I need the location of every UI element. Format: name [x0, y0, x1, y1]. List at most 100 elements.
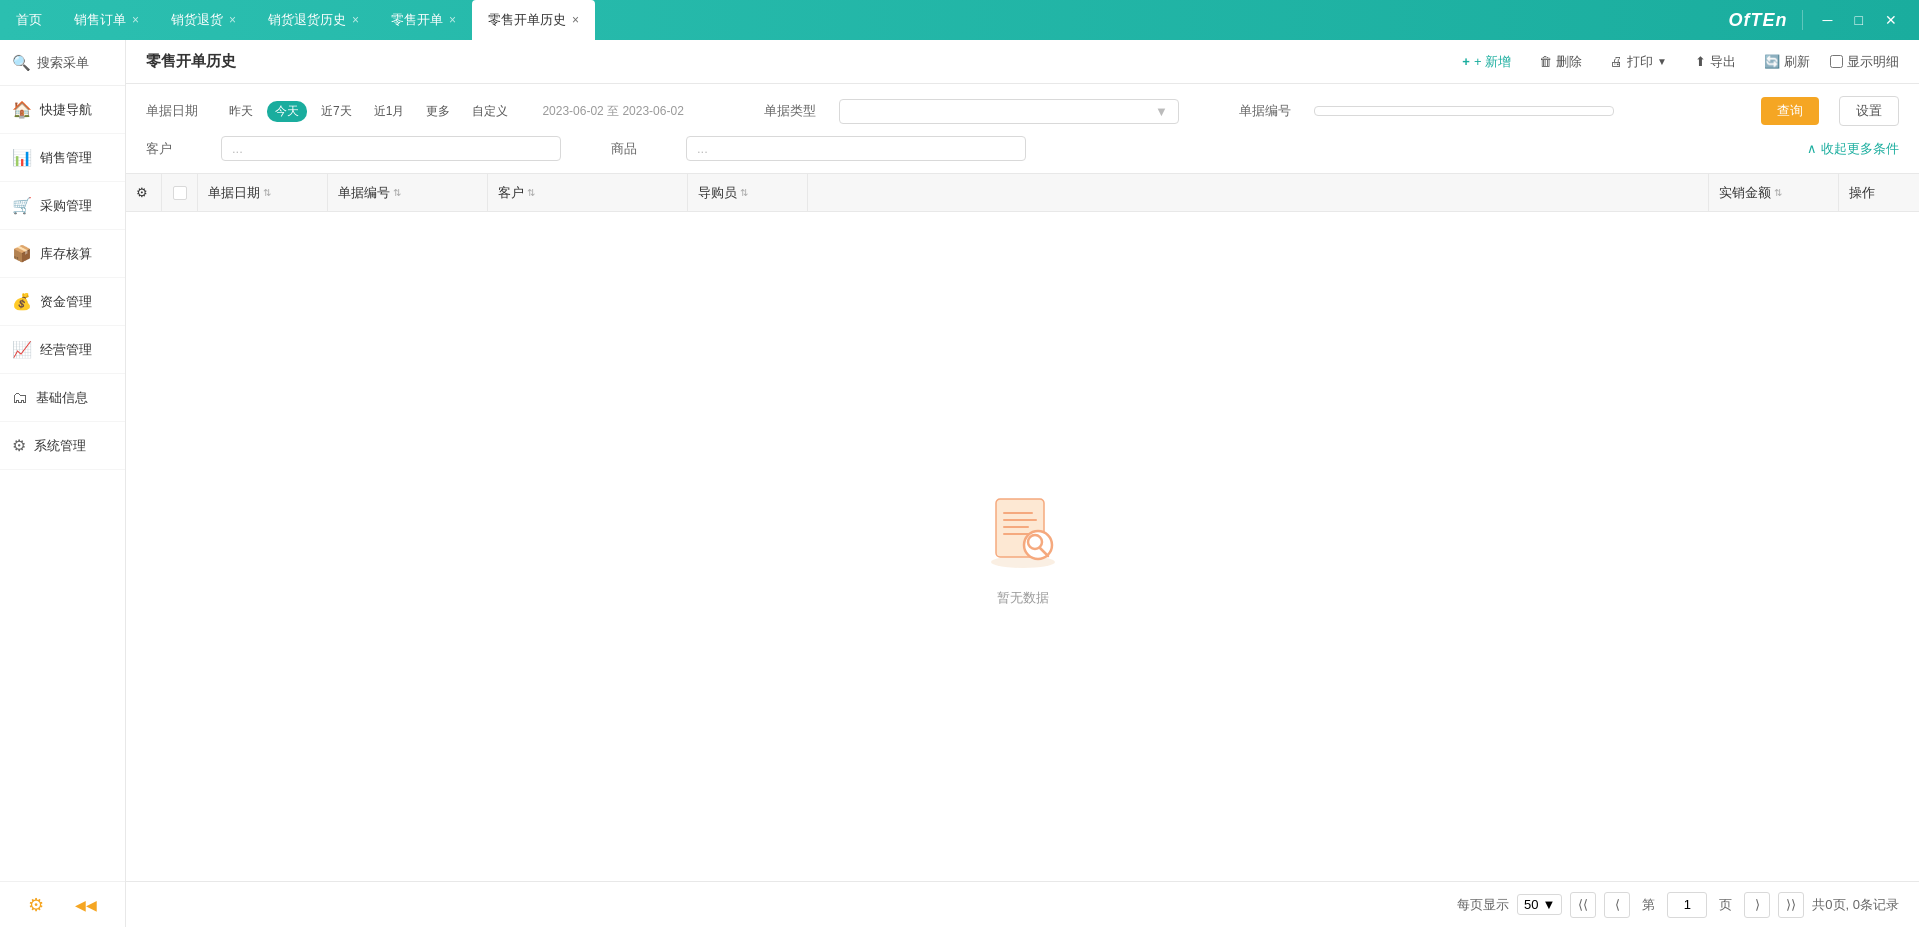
window-minimize-btn[interactable]: ─	[1817, 10, 1839, 30]
date-shortcut-yesterday[interactable]: 昨天	[221, 101, 261, 122]
export-btn-label: 导出	[1710, 53, 1736, 71]
sidebar-bottom: ⚙ ◀◀	[0, 881, 125, 927]
print-icon: 🖨	[1610, 54, 1623, 69]
product-placeholder: ...	[697, 141, 708, 156]
tab-sales-order[interactable]: 销售订单 ×	[58, 0, 155, 40]
bill-type-select[interactable]: ▼	[839, 99, 1179, 124]
display-toggle-container: 显示明细	[1830, 53, 1899, 71]
tab-home[interactable]: 首页	[0, 0, 58, 40]
th-customer-sort-icon[interactable]: ⇅	[527, 187, 535, 198]
bill-number-input[interactable]	[1314, 106, 1614, 116]
sidebar-item-basics[interactable]: 🗂 基础信息	[0, 374, 125, 422]
th-action-label: 操作	[1849, 184, 1875, 202]
th-number: 单据编号 ⇅	[328, 174, 488, 211]
th-guide-label: 导购员	[698, 184, 737, 202]
date-shortcuts: 昨天 今天 近7天 近1月 更多 自定义	[221, 101, 516, 122]
pagination-next-btn[interactable]: ⟩	[1744, 892, 1770, 918]
sidebar-item-finance[interactable]: 💰 资金管理	[0, 278, 125, 326]
print-btn[interactable]: 🖨 打印 ▼	[1602, 49, 1675, 75]
th-action: 操作	[1839, 174, 1919, 211]
tab-sales-return-close[interactable]: ×	[229, 13, 236, 27]
date-shortcut-today[interactable]: 今天	[267, 101, 307, 122]
product-input[interactable]: ...	[686, 136, 1026, 161]
tab-retail-open-history-close[interactable]: ×	[572, 13, 579, 27]
settings-gear-icon[interactable]: ⚙	[28, 894, 44, 916]
top-nav-controls: OfTEn ─ □ ✕	[1729, 10, 1919, 31]
export-btn[interactable]: ⬆ 导出	[1687, 49, 1744, 75]
content-area: 零售开单历史 + + 新增 🗑 删除 🖨 打印 ▼ ⬆ 导出	[126, 40, 1919, 927]
tab-sales-return-history-label: 销货退货历史	[268, 11, 346, 29]
print-dropdown-icon: ▼	[1657, 56, 1667, 67]
th-date-sort-icon[interactable]: ⇅	[263, 187, 271, 198]
display-toggle-checkbox[interactable]	[1830, 55, 1843, 68]
bill-type-label: 单据类型	[764, 102, 819, 120]
tab-sales-return[interactable]: 销货退货 ×	[155, 0, 252, 40]
tab-sales-return-history-close[interactable]: ×	[352, 13, 359, 27]
th-date: 单据日期 ⇅	[198, 174, 328, 211]
date-shortcut-custom[interactable]: 自定义	[464, 101, 516, 122]
date-shortcut-last1m[interactable]: 近1月	[366, 101, 413, 122]
tab-retail-open-history[interactable]: 零售开单历史 ×	[472, 0, 595, 40]
pagination-prev-btn[interactable]: ⟨	[1604, 892, 1630, 918]
refresh-btn-label: 刷新	[1784, 53, 1810, 71]
header-checkbox[interactable]	[173, 186, 187, 200]
tab-sales-order-close[interactable]: ×	[132, 13, 139, 27]
empty-state: 暂无数据	[126, 212, 1919, 881]
table-area: ⚙ 单据日期 ⇅ 单据编号 ⇅ 客户 ⇅ 导购员	[126, 174, 1919, 881]
sidebar-item-inventory[interactable]: 📦 库存核算	[0, 230, 125, 278]
sidebar-item-system-label: 系统管理	[34, 437, 86, 455]
th-settings[interactable]: ⚙	[126, 174, 162, 211]
delete-btn[interactable]: 🗑 删除	[1531, 49, 1590, 75]
sidebar-item-operations[interactable]: 📈 经营管理	[0, 326, 125, 374]
per-page-select[interactable]: 50 ▼	[1517, 894, 1562, 915]
date-range-display: 2023-06-02 至 2023-06-02	[542, 103, 683, 120]
nav-divider	[1802, 10, 1803, 30]
th-guide-sort-icon[interactable]: ⇅	[740, 187, 748, 198]
page-actions: + + 新增 🗑 删除 🖨 打印 ▼ ⬆ 导出 🔄	[1454, 49, 1899, 75]
th-checkbox[interactable]	[162, 174, 198, 211]
sidebar-item-sales-label: 销售管理	[40, 149, 92, 167]
finance-icon: 💰	[12, 292, 32, 311]
sidebar-item-purchase[interactable]: 🛒 采购管理	[0, 182, 125, 230]
tab-retail-open[interactable]: 零售开单 ×	[375, 0, 472, 40]
refresh-btn[interactable]: 🔄 刷新	[1756, 49, 1818, 75]
table-header: ⚙ 单据日期 ⇅ 单据编号 ⇅ 客户 ⇅ 导购员	[126, 174, 1919, 212]
sidebar-item-quick-nav[interactable]: 🏠 快捷导航	[0, 86, 125, 134]
sidebar-menu: 🏠 快捷导航 📊 销售管理 🛒 采购管理 📦 库存核算 💰 资金管理 📈	[0, 86, 125, 881]
filter-row-2: 客户 ... 商品 ... ∧ 收起更多条件	[146, 136, 1899, 161]
tab-sales-return-history[interactable]: 销货退货历史 ×	[252, 0, 375, 40]
customer-input[interactable]: ...	[221, 136, 561, 161]
add-btn[interactable]: + + 新增	[1454, 49, 1519, 75]
th-number-label: 单据编号	[338, 184, 390, 202]
window-close-btn[interactable]: ✕	[1879, 10, 1903, 30]
query-btn[interactable]: 查询	[1761, 97, 1819, 125]
window-maximize-btn[interactable]: □	[1849, 10, 1869, 30]
sidebar-search[interactable]: 🔍 搜索采单	[0, 40, 125, 86]
sidebar-collapse-icon[interactable]: ◀◀	[75, 897, 97, 913]
th-number-sort-icon[interactable]: ⇅	[393, 187, 401, 198]
th-date-label: 单据日期	[208, 184, 260, 202]
pagination: 每页显示 50 ▼ ⟨⟨ ⟨ 第 页 ⟩ ⟩⟩ 共0页, 0条记录	[126, 881, 1919, 927]
customer-label: 客户	[146, 140, 201, 158]
date-shortcut-more[interactable]: 更多	[418, 101, 458, 122]
customer-placeholder: ...	[232, 141, 243, 156]
sidebar-item-system[interactable]: ⚙ 系统管理	[0, 422, 125, 470]
th-amount-sort-icon[interactable]: ⇅	[1774, 187, 1782, 198]
th-amount: 实销金额 ⇅	[1709, 174, 1839, 211]
top-nav-bar: 首页 销售订单 × 销货退货 × 销货退货历史 × 零售开单 × 零售开单历史 …	[0, 0, 1919, 40]
tab-retail-open-close[interactable]: ×	[449, 13, 456, 27]
settings-btn[interactable]: 设置	[1839, 96, 1899, 126]
pagination-last-btn[interactable]: ⟩⟩	[1778, 892, 1804, 918]
date-shortcut-last7[interactable]: 近7天	[313, 101, 360, 122]
brand-logo: OfTEn	[1729, 10, 1788, 31]
per-page-label: 每页显示	[1457, 896, 1509, 914]
pagination-first-btn[interactable]: ⟨⟨	[1570, 892, 1596, 918]
inventory-icon: 📦	[12, 244, 32, 263]
sidebar-item-inventory-label: 库存核算	[40, 245, 92, 263]
pagination-page-input[interactable]	[1667, 892, 1707, 918]
sidebar-item-quick-nav-label: 快捷导航	[40, 101, 92, 119]
basics-icon: 🗂	[12, 389, 28, 407]
collapse-btn[interactable]: ∧ 收起更多条件	[1807, 140, 1899, 158]
refresh-icon: 🔄	[1764, 54, 1780, 69]
sidebar-item-sales[interactable]: 📊 销售管理	[0, 134, 125, 182]
